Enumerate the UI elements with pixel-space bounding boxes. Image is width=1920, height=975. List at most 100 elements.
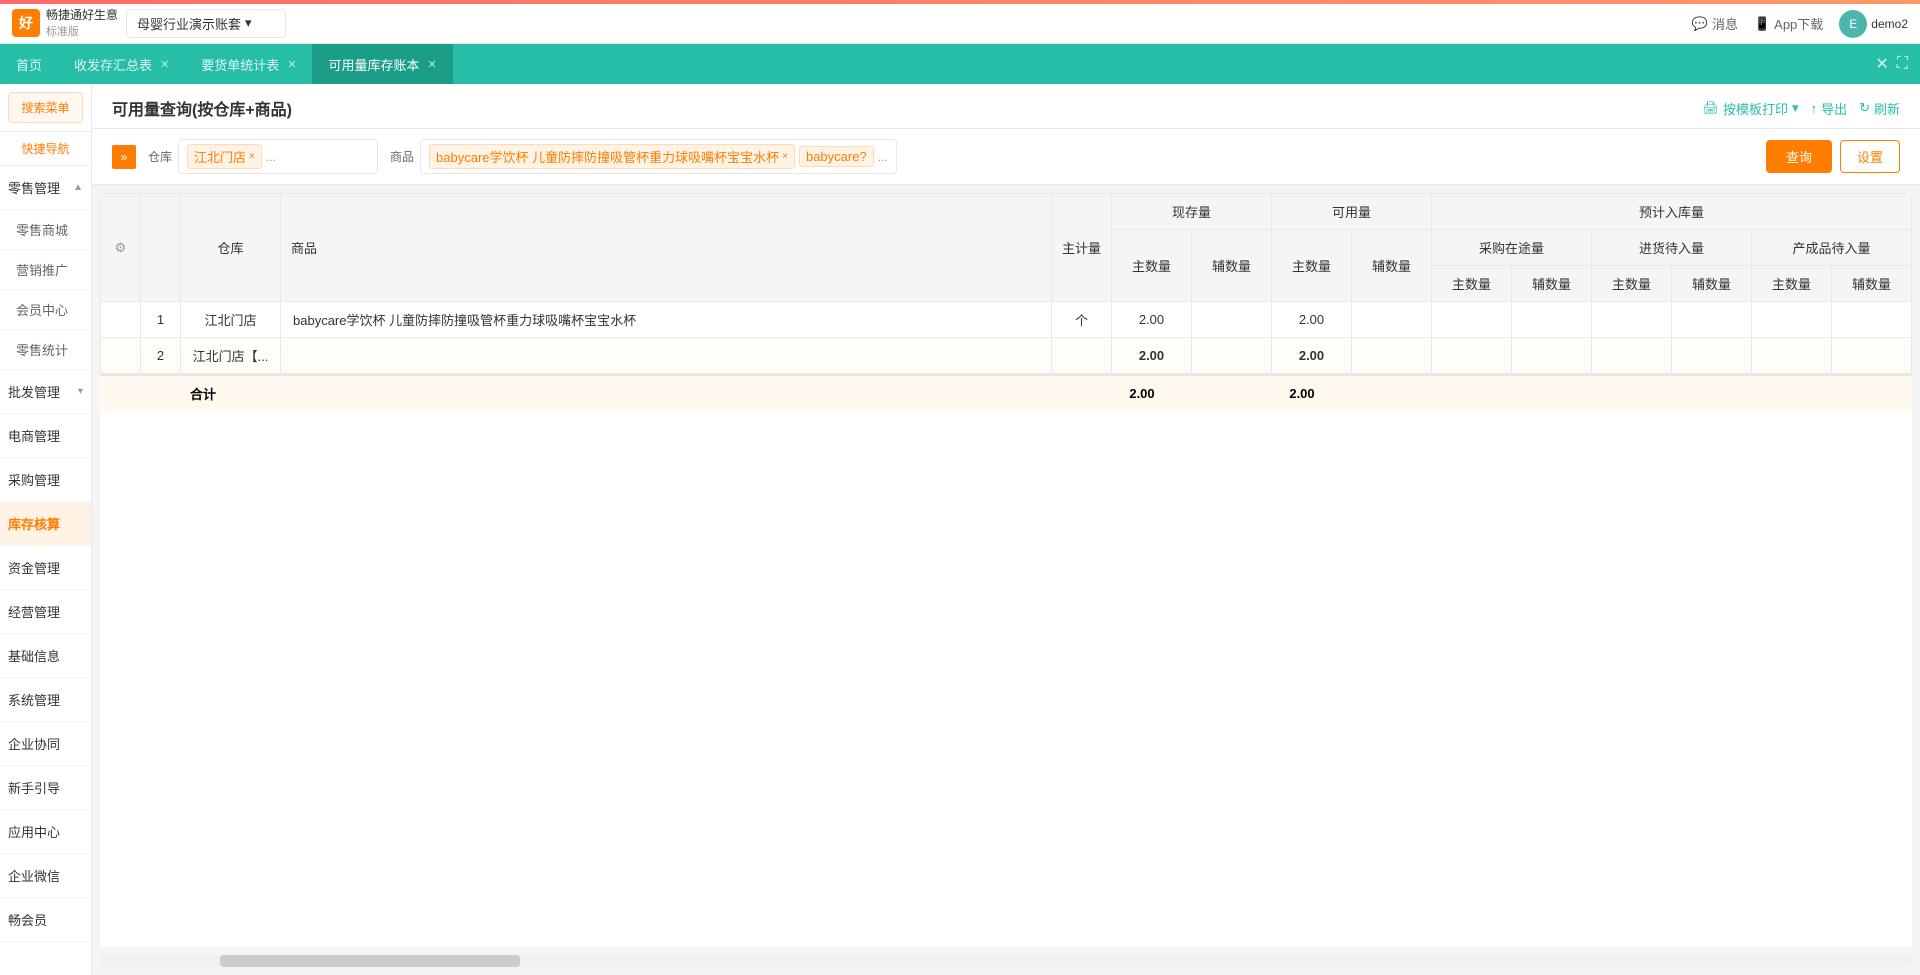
export-label: 导出 [1821, 99, 1847, 118]
td-unit-0: 个 [1051, 302, 1111, 338]
query-button[interactable]: 查询 [1766, 140, 1832, 173]
table-container: ⚙ 仓库 商品 主计量 现存量 可用量 预计入库量 主数量 辅数量 主数量 [100, 193, 1912, 947]
horizontal-scrollbar[interactable] [100, 955, 1912, 967]
td-purchase-transit-aux-1 [1512, 338, 1592, 374]
td-index-1: 2 [141, 338, 181, 374]
sidebar-item-member-service[interactable]: 畅会员 [0, 898, 91, 942]
td-stock-main-0: 2.00 [1112, 302, 1192, 338]
td-product-1 [281, 338, 1052, 374]
message-button[interactable]: 💬 消息 [1692, 14, 1738, 33]
sidebar-item-retail-mgmt[interactable]: 零售管理 ▲ [0, 166, 91, 210]
tab-home-label: 首页 [16, 55, 42, 74]
warehouse-filter-group: 仓库 江北门店 × ... [148, 139, 378, 174]
th-incoming-main: 主数量 [1592, 266, 1672, 302]
td-available-main-1: 2.00 [1272, 338, 1352, 374]
refresh-button[interactable]: ↻ 刷新 [1859, 99, 1900, 118]
chevron-up-icon: ▲ [73, 182, 83, 193]
user-area[interactable]: E demo2 [1839, 10, 1908, 38]
tab-available-stock-close[interactable]: ✕ [428, 58, 437, 71]
table-footer: 合计 2.00 2.00 [100, 374, 1912, 411]
th-unit: 主计量 [1051, 194, 1111, 302]
td-available-main-0: 2.00 [1272, 302, 1352, 338]
sidebar-item-enterprise-wechat[interactable]: 企业微信 [0, 854, 91, 898]
td-purchase-transit-main-0 [1432, 302, 1512, 338]
refresh-icon: ↻ [1859, 100, 1870, 116]
sidebar-item-app-center[interactable]: 应用中心 [0, 810, 91, 854]
sidebar-item-marketing[interactable]: 营销推广 [0, 250, 91, 290]
th-settings[interactable]: ⚙ [101, 194, 141, 302]
sidebar-item-enterprise-collab[interactable]: 企业协同 [0, 722, 91, 766]
export-button[interactable]: ↑ 导出 [1811, 99, 1848, 118]
product-filter-more[interactable]: ... [878, 150, 888, 164]
warehouse-tag-close[interactable]: × [249, 151, 255, 162]
sidebar-item-ecommerce-mgmt[interactable]: 电商管理 [0, 414, 91, 458]
tab-available-stock[interactable]: 可用量库存账本 ✕ [312, 44, 452, 84]
th-production: 产成品待入量 [1752, 230, 1912, 266]
sidebar-item-system-mgmt[interactable]: 系统管理 [0, 678, 91, 722]
warehouse-filter-more[interactable]: ... [266, 150, 276, 164]
td-production-aux-1 [1832, 338, 1912, 374]
tab-order-stats[interactable]: 要货单统计表 ✕ [185, 44, 312, 84]
message-icon: 💬 [1692, 16, 1708, 32]
sidebar-item-inventory-check[interactable]: 库存核算 [0, 502, 91, 546]
tab-receive-pay-close[interactable]: ✕ [160, 58, 169, 71]
warehouse-tag-0: 江北门店 × [187, 144, 262, 169]
th-warehouse: 仓库 [181, 194, 281, 302]
td-stock-aux-1 [1192, 338, 1272, 374]
close-all-tabs-icon[interactable]: ✕ [1875, 54, 1888, 74]
product-tag-close-0[interactable]: × [782, 151, 788, 162]
td-production-main-0 [1752, 302, 1832, 338]
sidebar-item-basic-info[interactable]: 基础信息 [0, 634, 91, 678]
setting-button[interactable]: 设置 [1840, 140, 1900, 173]
app-download-button[interactable]: 📱 App下载 [1754, 14, 1823, 33]
sidebar-item-new-guide[interactable]: 新手引导 [0, 766, 91, 810]
sidebar-quick-nav[interactable]: 快捷导航 [0, 132, 91, 166]
export-icon: ↑ [1811, 101, 1818, 116]
expand-icon[interactable]: ⛶ [1897, 55, 1908, 73]
product-tag-1-label: babycare? [806, 149, 867, 164]
td-incoming-aux-1 [1672, 338, 1752, 374]
sidebar-item-finance-mgmt[interactable]: 资金管理 [0, 546, 91, 590]
warehouse-filter-label: 仓库 [148, 148, 172, 165]
th-available-group: 可用量 [1272, 194, 1432, 230]
industry-select[interactable]: 母婴行业演示账套 ▾ [126, 9, 286, 38]
print-template-button[interactable]: 🖨 按模板打印 ▾ [1703, 99, 1799, 118]
product-tag-container[interactable]: babycare学饮杯 儿童防摔防撞吸管杯重力球吸嘴杯宝宝水杯 × babyca… [420, 139, 897, 174]
th-planned-group: 预计入库量 [1432, 194, 1912, 230]
sidebar-item-member-center[interactable]: 会员中心 [0, 290, 91, 330]
tab-home[interactable]: 首页 [0, 44, 58, 84]
td-warehouse-0: 江北门店 [181, 302, 281, 338]
sidebar-item-ops-mgmt-label: 经营管理 [8, 602, 60, 621]
search-menu-button[interactable]: 搜索菜单 [8, 92, 83, 123]
sidebar-item-system-mgmt-label: 系统管理 [8, 690, 60, 709]
sidebar-item-retail-mgmt-label: 零售管理 [8, 178, 60, 197]
td-index-0: 1 [141, 302, 181, 338]
tab-order-stats-close[interactable]: ✕ [287, 58, 296, 71]
sidebar-item-ecommerce-mgmt-label: 电商管理 [8, 426, 60, 445]
sidebar-search-area: 搜索菜单 [0, 84, 91, 132]
product-tag-label: babycare学饮杯 儿童防摔防撞吸管杯重力球吸嘴杯宝宝水杯 [436, 147, 779, 166]
warehouse-tag-container[interactable]: 江北门店 × ... [178, 139, 378, 174]
main-layout: 搜索菜单 快捷导航 零售管理 ▲ 零售商城 营销推广 会员中心 零售统计 批发管… [0, 84, 1920, 975]
sidebar-item-retail-stats-label: 零售统计 [16, 343, 68, 358]
sidebar-item-purchase-mgmt[interactable]: 采购管理 [0, 458, 91, 502]
filter-expand-button[interactable]: » [112, 145, 136, 169]
tab-receive-pay-label: 收发存汇总表 [74, 55, 152, 74]
content-area: 可用量查询(按仓库+商品) 🖨 按模板打印 ▾ ↑ 导出 ↻ 刷新 » [92, 84, 1920, 975]
scrollbar-thumb[interactable] [220, 955, 520, 967]
sidebar-item-wholesale-mgmt[interactable]: 批发管理 ▾ [0, 370, 91, 414]
tab-receive-pay[interactable]: 收发存汇总表 ✕ [58, 44, 185, 84]
sidebar-item-basic-info-label: 基础信息 [8, 646, 60, 665]
sidebar-item-retail-shop[interactable]: 零售商城 [0, 210, 91, 250]
product-tag-0: babycare学饮杯 儿童防摔防撞吸管杯重力球吸嘴杯宝宝水杯 × [429, 144, 795, 169]
gear-icon[interactable]: ⚙ [115, 240, 127, 256]
footer-available-main: 2.00 [1262, 386, 1342, 401]
td-purchase-transit-aux-0 [1512, 302, 1592, 338]
th-incoming-aux: 辅数量 [1672, 266, 1752, 302]
print-template-label: 按模板打印 [1723, 99, 1788, 118]
sidebar-item-ops-mgmt[interactable]: 经营管理 [0, 590, 91, 634]
app-name: 畅捷通好生意 [46, 8, 118, 22]
sidebar-item-inventory-check-label: 库存核算 [8, 514, 60, 533]
sidebar-item-retail-stats[interactable]: 零售统计 [0, 330, 91, 370]
nav-tabs: 首页 收发存汇总表 ✕ 要货单统计表 ✕ 可用量库存账本 ✕ ✕ ⛶ [0, 44, 1920, 84]
